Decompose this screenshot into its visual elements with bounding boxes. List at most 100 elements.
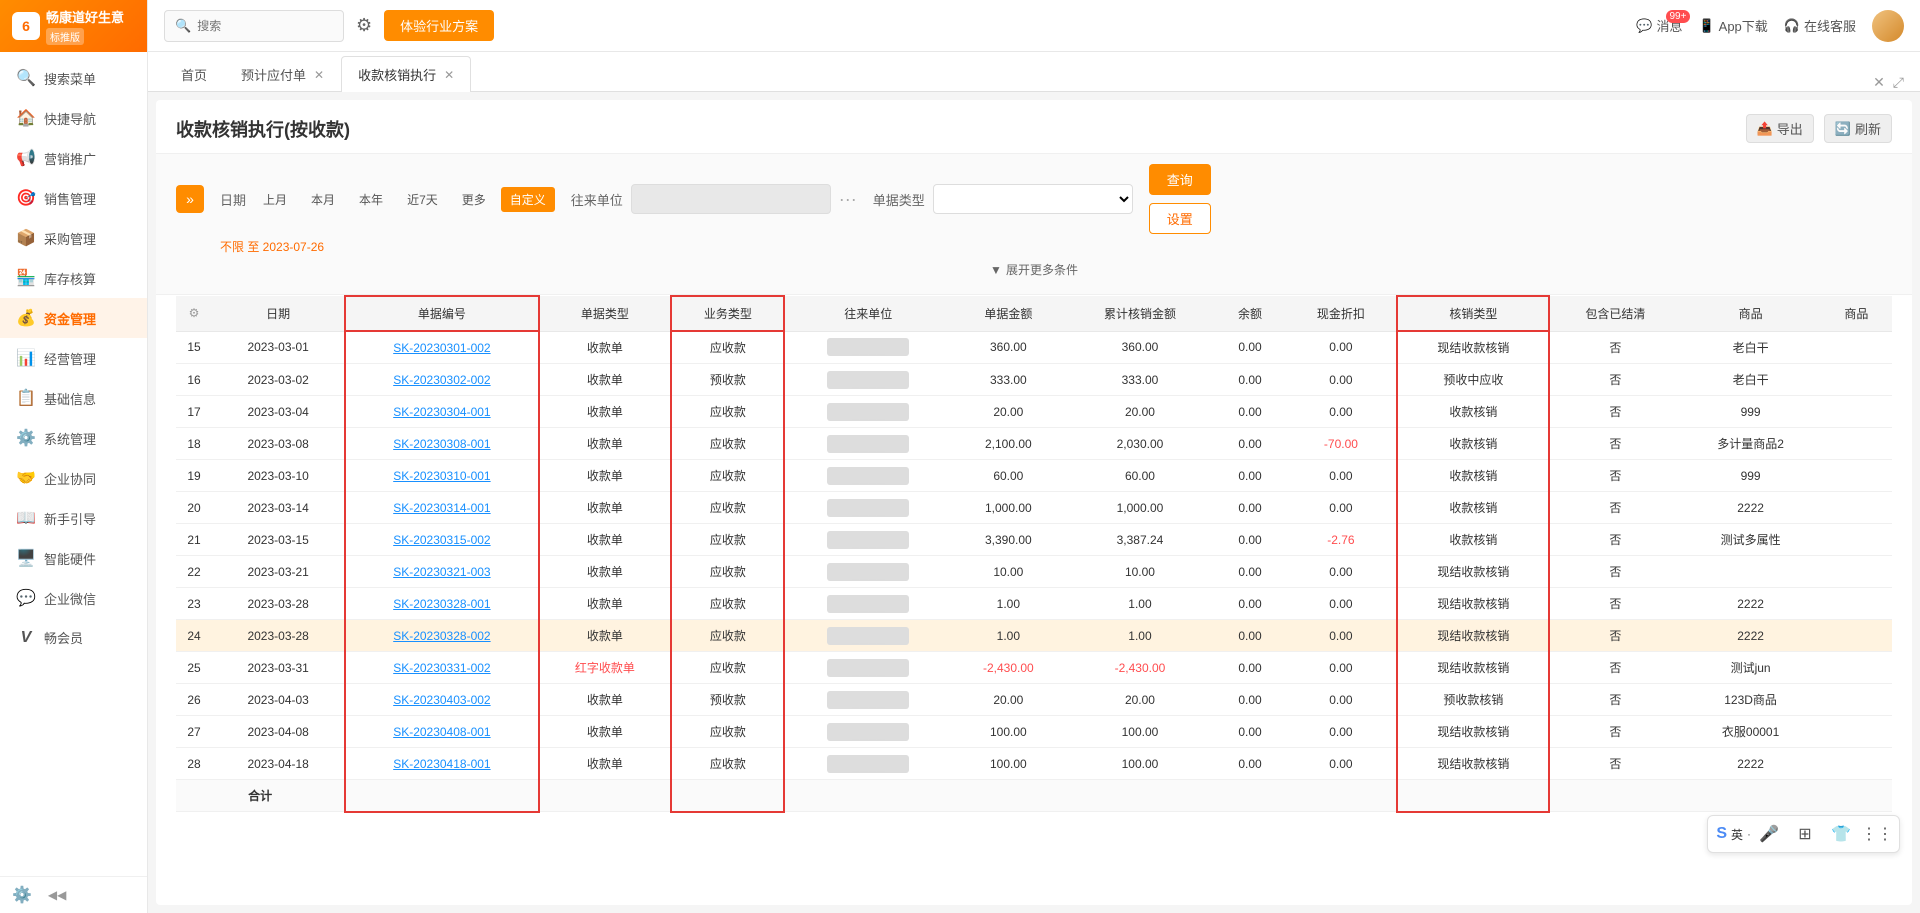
row-no: 18 [176,428,212,460]
sidebar-item-enterprise[interactable]: 🤝 企业协同 [0,458,147,498]
sidebar-item-basic[interactable]: 📋 基础信息 [0,378,147,418]
separator1: · [1747,827,1751,841]
search-input[interactable] [197,19,333,33]
float-toolbar: S 英 · 🎤 ⊞ 👕 ⋮⋮ [1707,815,1900,853]
counterpart-input[interactable] [631,184,831,214]
bill-type-select[interactable] [933,184,1133,214]
export-button[interactable]: 📤 导出 [1746,114,1814,143]
date-btn-this-month[interactable]: 本月 [302,187,344,212]
tab-writeoff[interactable]: 收款核销执行 ✕ [341,56,471,92]
row-cash-discount: 0.00 [1286,460,1398,492]
row-balance: 0.00 [1214,492,1285,524]
tab-close-writeoff[interactable]: ✕ [444,68,454,82]
mic-icon[interactable]: 🎤 [1755,820,1783,848]
query-button[interactable]: 查询 [1149,164,1211,195]
sidebar-item-capital[interactable]: 💰 资金管理 [0,298,147,338]
topbar-search-box[interactable]: 🔍 [164,10,344,42]
filter-expand-arrow[interactable]: » [176,185,204,213]
order-no-link[interactable]: SK-20230418-001 [393,757,490,771]
order-no-link[interactable]: SK-20230308-001 [393,437,490,451]
sidebar-item-sales[interactable]: 🎯 销售管理 [0,178,147,218]
row-goods2 [1821,396,1892,428]
row-accumulated: 20.00 [1066,396,1215,428]
row-balance: 0.00 [1214,364,1285,396]
sidebar-item-search[interactable]: 🔍 搜索菜单 [0,58,147,98]
sidebar-item-guide[interactable]: 📖 新手引导 [0,498,147,538]
row-cash-discount: -2.76 [1286,524,1398,556]
row-date: 2023-04-18 [212,748,345,780]
topbar-settings-icon[interactable]: ⚙ [356,15,372,36]
expand-more-button[interactable]: ▼ 展开更多条件 [990,261,1078,278]
date-btn-this-year[interactable]: 本年 [350,187,392,212]
sidebar-item-member[interactable]: V 畅会员 [0,618,147,657]
app-download-button[interactable]: 📱 App下载 [1698,16,1767,35]
messages-button[interactable]: 💬 消息 99+ [1636,16,1682,35]
sidebar-item-purchase[interactable]: 📦 采购管理 [0,218,147,258]
sidebar-item-inventory[interactable]: 🏪 库存核算 [0,258,147,298]
row-cash-discount: -70.00 [1286,428,1398,460]
order-no-link[interactable]: SK-20230314-001 [393,501,490,515]
date-btn-custom[interactable]: 自定义 [501,187,555,212]
order-no-link[interactable]: SK-20230321-003 [393,565,490,579]
order-no-link[interactable]: SK-20230328-001 [393,597,490,611]
system-icon: ⚙️ [16,428,36,448]
solution-button[interactable]: 体验行业方案 [384,10,494,41]
sidebar-item-shortcut[interactable]: 🏠 快捷导航 [0,98,147,138]
row-accumulated: 333.00 [1066,364,1215,396]
row-goods2 [1821,331,1892,364]
row-no: 22 [176,556,212,588]
order-no-link[interactable]: SK-20230403-002 [393,693,490,707]
maximize-tab-icon[interactable]: ⤢ [1893,74,1904,91]
sidebar-item-wechat[interactable]: 💬 企业微信 [0,578,147,618]
tab-home[interactable]: 首页 [164,56,224,92]
row-bill-type: 收款单 [539,396,672,428]
row-include-settled: 否 [1549,556,1680,588]
sidebar-item-system[interactable]: ⚙️ 系统管理 [0,418,147,458]
order-no-link[interactable]: SK-20230301-002 [393,341,490,355]
row-include-settled: 否 [1549,492,1680,524]
col-biz-type-header: 业务类型 [671,296,784,331]
date-btn-more[interactable]: 更多 [453,187,495,212]
order-no-link[interactable]: SK-20230304-001 [393,405,490,419]
collapse-icon[interactable]: ◀◀ [48,888,66,902]
col-counterpart-header: 往来单位 [784,296,951,331]
table-header-row: ⚙ 日期 单据编号 单据类型 业务类型 往来单位 单据金额 累计核销金额 余额 … [176,296,1892,331]
order-no-link[interactable]: SK-20230331-002 [393,661,490,675]
row-bill-type: 收款单 [539,492,672,524]
sidebar-item-marketing[interactable]: 📢 营销推广 [0,138,147,178]
order-no-link[interactable]: SK-20230315-002 [393,533,490,547]
message-icon: 💬 [1636,18,1652,34]
col-cash-discount-header: 现金折扣 [1286,296,1398,331]
tab-close-prepayment[interactable]: ✕ [314,68,324,82]
grid-icon[interactable]: ⊞ [1791,820,1819,848]
order-no-link[interactable]: SK-20230408-001 [393,725,490,739]
sidebar-item-hardware[interactable]: 🖥️ 智能硬件 [0,538,147,578]
close-tab-icon[interactable]: ✕ [1873,74,1885,91]
row-goods2 [1821,588,1892,620]
order-no-link[interactable]: SK-20230302-002 [393,373,490,387]
row-date: 2023-03-14 [212,492,345,524]
row-goods2 [1821,460,1892,492]
row-goods1: 测试多属性 [1680,524,1820,556]
row-write-off-type: 现结收款核销 [1397,620,1549,652]
shirt-icon[interactable]: 👕 [1827,820,1855,848]
user-avatar[interactable] [1872,10,1904,42]
settings-bottom-icon[interactable]: ⚙️ [12,885,32,905]
refresh-button[interactable]: 🔄 刷新 [1824,114,1892,143]
order-no-link[interactable]: SK-20230310-001 [393,469,490,483]
apps-icon[interactable]: ⋮⋮ [1863,820,1891,848]
filter-settings-button[interactable]: 设置 [1149,203,1211,234]
order-no-link[interactable]: SK-20230328-002 [393,629,490,643]
sidebar-item-operation[interactable]: 📊 经营管理 [0,338,147,378]
online-service-button[interactable]: 🎧 在线客服 [1784,16,1856,35]
date-btn-7days[interactable]: 近7天 [398,187,447,212]
counterpart-dots[interactable]: ··· [839,189,857,210]
date-btn-last-month[interactable]: 上月 [254,187,296,212]
page-title: 收款核销执行(按收款) [176,116,350,142]
col-settings-header[interactable]: ⚙ [176,296,212,331]
search-icon-topbar: 🔍 [175,18,191,34]
bill-type-filter-group: 单据类型 [873,184,1133,214]
row-goods1: 衣服00001 [1680,716,1820,748]
row-bill-type: 收款单 [539,748,672,780]
tab-prepayment[interactable]: 预计应付单 ✕ [224,56,341,92]
